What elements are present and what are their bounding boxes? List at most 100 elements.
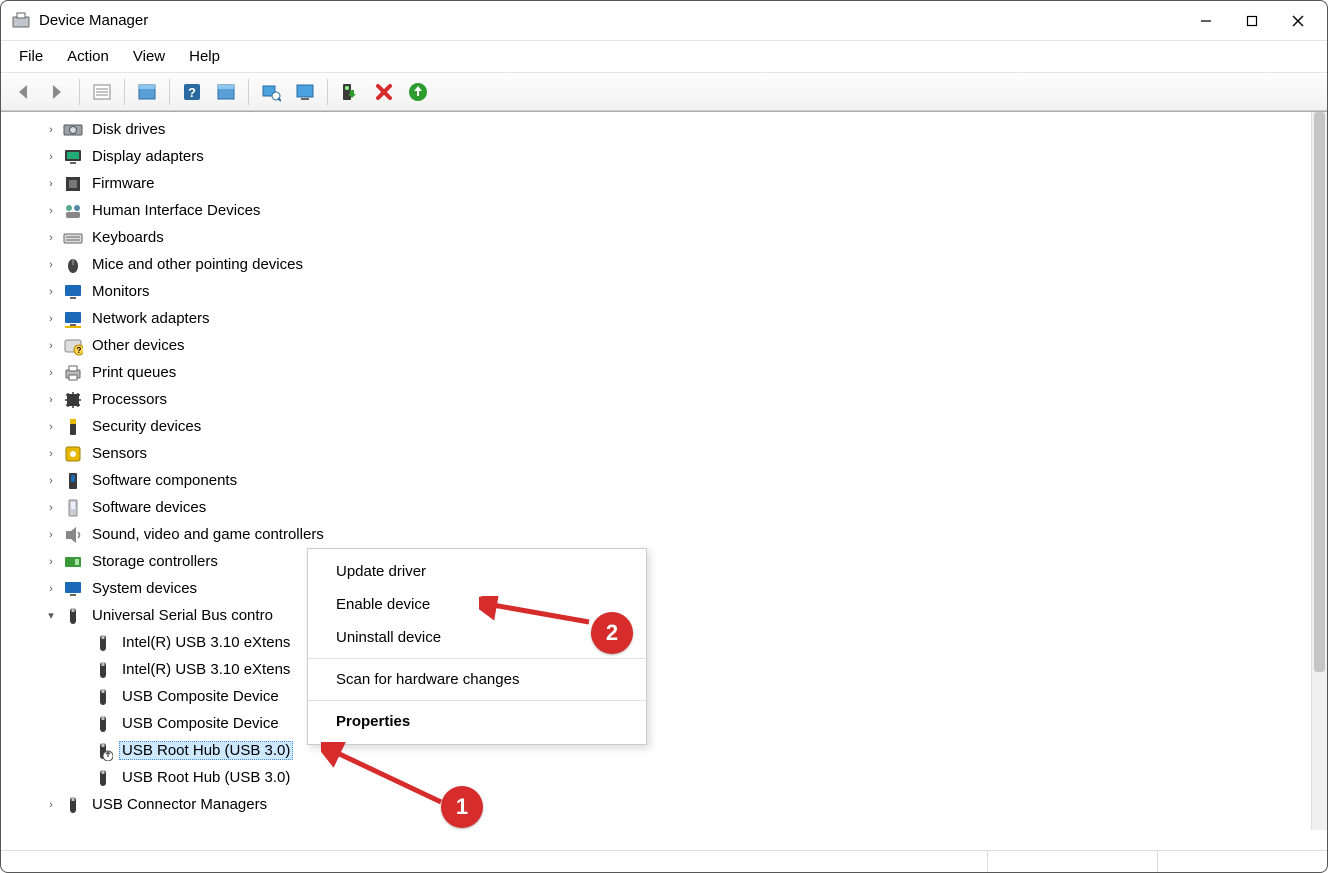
tree-item[interactable]: › Other devices xyxy=(9,332,1309,359)
app-icon xyxy=(11,11,31,31)
tree-item[interactable]: ›Intel(R) USB 3.10 eXtens xyxy=(9,629,1309,656)
vertical-scrollbar[interactable] xyxy=(1311,112,1327,830)
cpu-icon xyxy=(63,390,83,410)
maximize-button[interactable] xyxy=(1229,1,1275,41)
tree-item[interactable]: ›USB Composite Device xyxy=(9,683,1309,710)
tree-item-label: Processors xyxy=(89,390,170,409)
tree-item-label: USB Composite Device xyxy=(119,687,282,706)
sensor-icon xyxy=(63,444,83,464)
tree-item-label: Software devices xyxy=(89,498,209,517)
tree-item[interactable]: ▾ Universal Serial Bus contro xyxy=(9,602,1309,629)
tree-item[interactable]: › System devices xyxy=(9,575,1309,602)
tree-item-label: Network adapters xyxy=(89,309,213,328)
device-tree[interactable]: ›Disk drives›Display adapters›Firmware›H… xyxy=(9,116,1309,850)
tree-item[interactable]: ›USB Composite Device xyxy=(9,710,1309,737)
tree-item-label: Keyboards xyxy=(89,228,167,247)
statusbar xyxy=(1,850,1327,872)
tree-item[interactable]: ›USB Root Hub (USB 3.0) xyxy=(9,737,1309,764)
chevron-right-icon[interactable]: › xyxy=(43,203,59,219)
back-button[interactable] xyxy=(7,77,39,107)
scrollbar-thumb[interactable] xyxy=(1314,112,1325,672)
chevron-down-icon[interactable]: ▾ xyxy=(43,608,59,624)
tree-item[interactable]: › Processors xyxy=(9,386,1309,413)
tree-item[interactable]: › Software devices xyxy=(9,494,1309,521)
update-driver-button[interactable] xyxy=(402,77,434,107)
close-button[interactable] xyxy=(1275,1,1321,41)
tree-item[interactable]: ›Security devices xyxy=(9,413,1309,440)
other-icon xyxy=(63,336,83,356)
properties-button[interactable] xyxy=(131,77,163,107)
minimize-button[interactable] xyxy=(1183,1,1229,41)
tree-item[interactable]: ›Human Interface Devices xyxy=(9,197,1309,224)
uninstall-device-button[interactable] xyxy=(368,77,400,107)
swcomp-icon xyxy=(63,471,83,491)
scan-view-button[interactable] xyxy=(210,77,242,107)
ctx-update-driver[interactable]: Update driver xyxy=(308,555,646,588)
tree-item-label: USB Connector Managers xyxy=(89,795,270,814)
tree-item[interactable]: › Keyboards xyxy=(9,224,1309,251)
chevron-right-icon[interactable]: › xyxy=(43,554,59,570)
scan-hardware-button[interactable] xyxy=(255,77,287,107)
status-cell xyxy=(987,851,1157,872)
chevron-right-icon[interactable]: › xyxy=(43,581,59,597)
add-legacy-button[interactable] xyxy=(289,77,321,107)
chevron-right-icon[interactable]: › xyxy=(43,797,59,813)
chevron-right-icon[interactable]: › xyxy=(43,311,59,327)
forward-button[interactable] xyxy=(41,77,73,107)
usb-disabled-icon xyxy=(93,741,113,761)
chevron-right-icon[interactable]: › xyxy=(43,284,59,300)
chevron-right-icon[interactable]: › xyxy=(43,365,59,381)
security-icon xyxy=(63,417,83,437)
chevron-right-icon[interactable]: › xyxy=(43,149,59,165)
tree-item-label: Intel(R) USB 3.10 eXtens xyxy=(119,660,293,679)
disk-icon xyxy=(63,120,83,140)
ctx-properties[interactable]: Properties xyxy=(308,705,646,738)
system-icon xyxy=(63,579,83,599)
tree-item-label: Universal Serial Bus contro xyxy=(89,606,276,625)
chevron-right-icon[interactable]: › xyxy=(43,392,59,408)
tree-item-label: Firmware xyxy=(89,174,158,193)
tree-item-label: System devices xyxy=(89,579,200,598)
menu-action[interactable]: Action xyxy=(57,44,119,69)
tree-item[interactable]: ›Intel(R) USB 3.10 eXtens xyxy=(9,656,1309,683)
tree-item-label: Display adapters xyxy=(89,147,207,166)
chevron-right-icon[interactable]: › xyxy=(43,338,59,354)
tree-item[interactable]: ›Disk drives xyxy=(9,116,1309,143)
tree-item[interactable]: › Network adapters xyxy=(9,305,1309,332)
tree-item[interactable]: › Display adapters xyxy=(9,143,1309,170)
tree-item[interactable]: ›Sound, video and game controllers xyxy=(9,521,1309,548)
tree-item[interactable]: › Firmware xyxy=(9,170,1309,197)
tree-item[interactable]: ›Software components xyxy=(9,467,1309,494)
chevron-right-icon[interactable]: › xyxy=(43,527,59,543)
tree-item[interactable]: ›Monitors xyxy=(9,278,1309,305)
tree-item[interactable]: ›Storage controllers xyxy=(9,548,1309,575)
enable-device-button[interactable] xyxy=(334,77,366,107)
chevron-right-icon[interactable]: › xyxy=(43,122,59,138)
ctx-separator xyxy=(308,700,646,701)
status-cell xyxy=(1157,851,1327,872)
ctx-scan-hardware[interactable]: Scan for hardware changes xyxy=(308,663,646,696)
chevron-right-icon[interactable]: › xyxy=(43,419,59,435)
tree-item[interactable]: › USB Connector Managers xyxy=(9,791,1309,818)
tree-item[interactable]: ›Print queues xyxy=(9,359,1309,386)
chevron-right-icon[interactable]: › xyxy=(43,473,59,489)
menu-help[interactable]: Help xyxy=(179,44,230,69)
tree-item[interactable]: ›Mice and other pointing devices xyxy=(9,251,1309,278)
menu-view[interactable]: View xyxy=(123,44,175,69)
tree-item[interactable]: ›Sensors xyxy=(9,440,1309,467)
display-icon xyxy=(63,147,83,167)
show-hidden-button[interactable] xyxy=(86,77,118,107)
chevron-right-icon[interactable]: › xyxy=(43,176,59,192)
chevron-right-icon[interactable]: › xyxy=(43,500,59,516)
help-button[interactable] xyxy=(176,77,208,107)
menu-file[interactable]: File xyxy=(9,44,53,69)
chevron-right-icon[interactable]: › xyxy=(43,446,59,462)
ctx-separator xyxy=(308,658,646,659)
chevron-right-icon[interactable]: › xyxy=(43,230,59,246)
chevron-right-icon[interactable]: › xyxy=(43,257,59,273)
tree-item-label: Other devices xyxy=(89,336,188,355)
tree-item[interactable]: ›USB Root Hub (USB 3.0) xyxy=(9,764,1309,791)
ctx-enable-device[interactable]: Enable device xyxy=(308,588,646,621)
firmware-icon xyxy=(63,174,83,194)
menubar: File Action View Help xyxy=(1,41,1327,73)
